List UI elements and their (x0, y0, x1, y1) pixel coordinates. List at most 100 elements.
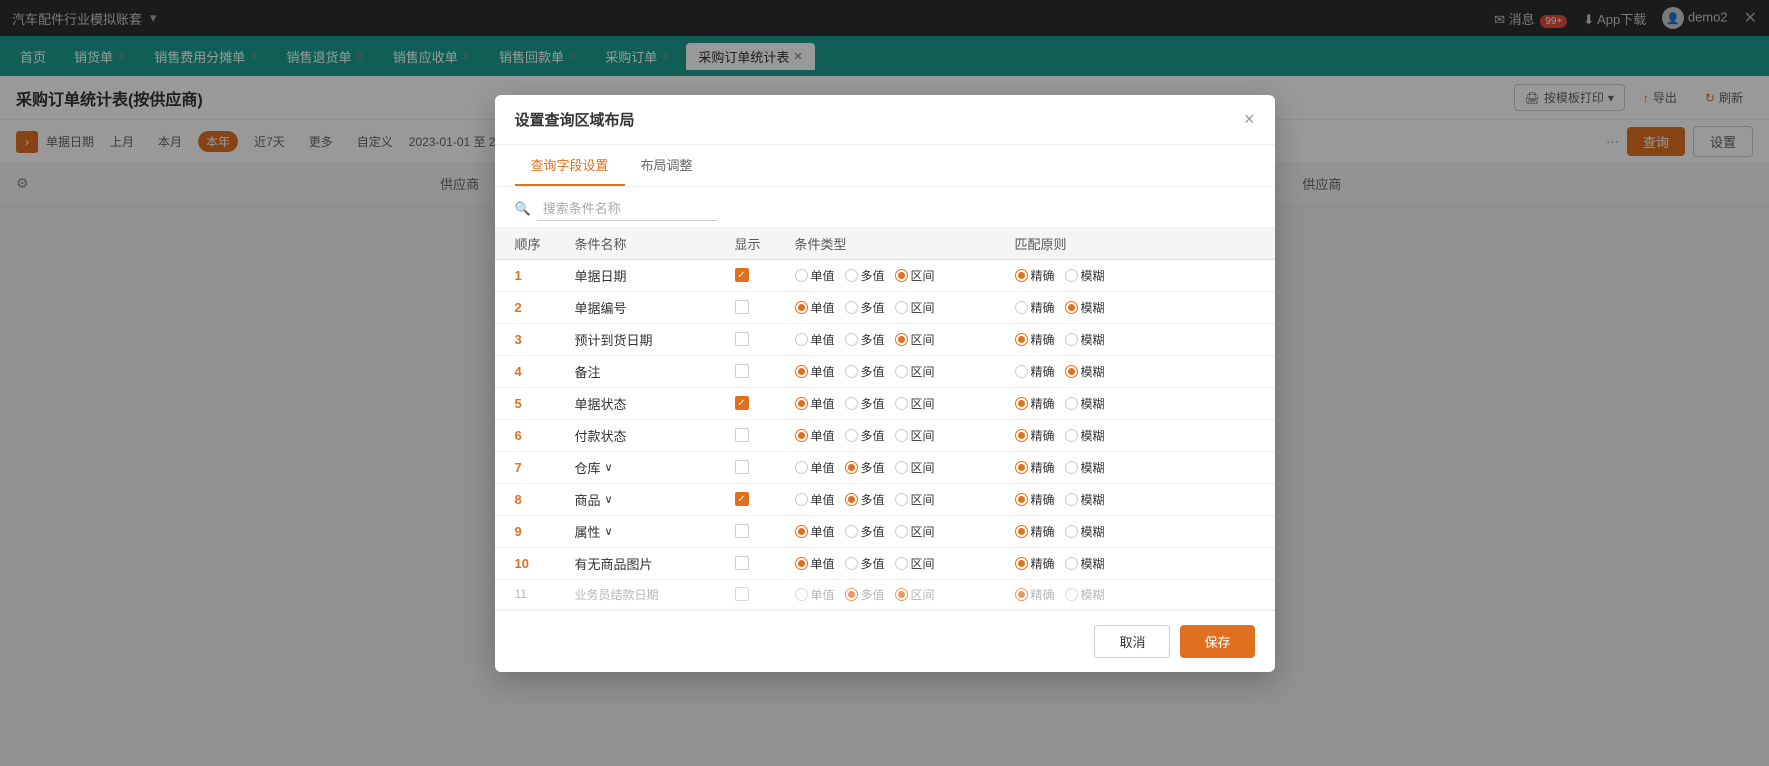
type-range-3[interactable]: 区间 (895, 331, 935, 348)
cell-order-4: 4 (515, 364, 575, 379)
type-single-10[interactable]: 单值 (795, 555, 835, 572)
cell-display-5[interactable]: ✓ (735, 396, 795, 410)
cell-display-8[interactable]: ✓ (735, 492, 795, 506)
radio-exact-3 (1015, 333, 1028, 346)
checkbox-9[interactable] (735, 524, 749, 538)
type-range-6[interactable]: 区间 (895, 427, 935, 444)
th-type: 条件类型 (795, 234, 1015, 253)
match-fuzzy-7[interactable]: 模糊 (1065, 459, 1105, 476)
cell-display-10[interactable] (735, 556, 795, 570)
type-single-6[interactable]: 单值 (795, 427, 835, 444)
match-exact-2[interactable]: 精确 (1015, 299, 1055, 316)
match-fuzzy-2[interactable]: 模糊 (1065, 299, 1105, 316)
type-multi-5[interactable]: 多值 (845, 395, 885, 412)
cell-display-2[interactable] (735, 300, 795, 314)
type-range-4[interactable]: 区间 (895, 363, 935, 380)
dialog-header: 设置查询区域布局 × (495, 95, 1275, 145)
type-multi-1[interactable]: 多值 (845, 267, 885, 284)
match-fuzzy-10[interactable]: 模糊 (1065, 555, 1105, 572)
modal-overlay: 设置查询区域布局 × 查询字段设置 布局调整 🔍 顺序 条件名称 显示 (0, 0, 1769, 766)
checkbox-2[interactable] (735, 300, 749, 314)
type-multi-7[interactable]: 多值 (845, 459, 885, 476)
match-fuzzy-4[interactable]: 模糊 (1065, 363, 1105, 380)
type-multi-10[interactable]: 多值 (845, 555, 885, 572)
match-fuzzy-5[interactable]: 模糊 (1065, 395, 1105, 412)
type-multi-2[interactable]: 多值 (845, 299, 885, 316)
checkbox-5[interactable]: ✓ (735, 396, 749, 410)
match-fuzzy-3[interactable]: 模糊 (1065, 331, 1105, 348)
type-single-1[interactable]: 单值 (795, 267, 835, 284)
type-multi-11[interactable]: 多值 (845, 586, 885, 603)
type-radio-group-4: 单值 多值 区间 (795, 363, 935, 380)
checkbox-6[interactable] (735, 428, 749, 442)
dialog-close-btn[interactable]: × (1244, 110, 1255, 128)
type-single-8[interactable]: 单值 (795, 491, 835, 508)
cancel-btn[interactable]: 取消 (1094, 625, 1170, 658)
type-single-11[interactable]: 单值 (795, 586, 835, 603)
radio-single-circle-10 (795, 557, 808, 570)
match-fuzzy-1[interactable]: 模糊 (1065, 267, 1105, 284)
checkbox-7[interactable] (735, 460, 749, 474)
cell-display-6[interactable] (735, 428, 795, 442)
type-range-7[interactable]: 区间 (895, 459, 935, 476)
type-single-4[interactable]: 单值 (795, 363, 835, 380)
tab-layout-adjust[interactable]: 布局调整 (625, 145, 709, 186)
search-input[interactable] (537, 197, 717, 221)
checkbox-4[interactable] (735, 364, 749, 378)
type-single-5[interactable]: 单值 (795, 395, 835, 412)
checkbox-8[interactable]: ✓ (735, 492, 749, 506)
match-group-2: 精确 模糊 (1015, 299, 1105, 316)
type-multi-9[interactable]: 多值 (845, 523, 885, 540)
checkbox-11[interactable] (735, 587, 749, 601)
tab-query-fields[interactable]: 查询字段设置 (515, 145, 625, 186)
cell-display-1[interactable]: ✓ (735, 268, 795, 282)
type-single-9[interactable]: 单值 (795, 523, 835, 540)
radio-range-circle-3 (895, 333, 908, 346)
th-match: 匹配原则 (1015, 234, 1215, 253)
radio-single-circle-4 (795, 365, 808, 378)
table-row: 9 属性 ∨ 单值 多值 (495, 516, 1275, 548)
checkbox-1[interactable]: ✓ (735, 268, 749, 282)
radio-range-circle-2 (895, 301, 908, 314)
match-exact-1[interactable]: 精确 (1015, 267, 1055, 284)
cell-match-8: 精确 模糊 (1015, 491, 1215, 508)
match-exact-6[interactable]: 精确 (1015, 427, 1055, 444)
type-range-5[interactable]: 区间 (895, 395, 935, 412)
type-radio-group-7: 单值 多值 区间 (795, 459, 935, 476)
type-range-2[interactable]: 区间 (895, 299, 935, 316)
match-fuzzy-11[interactable]: 模糊 (1065, 586, 1105, 603)
cell-display-9[interactable] (735, 524, 795, 538)
type-multi-6[interactable]: 多值 (845, 427, 885, 444)
save-btn[interactable]: 保存 (1180, 625, 1254, 658)
match-exact-7[interactable]: 精确 (1015, 459, 1055, 476)
match-exact-4[interactable]: 精确 (1015, 363, 1055, 380)
type-single-3[interactable]: 单值 (795, 331, 835, 348)
match-exact-10[interactable]: 精确 (1015, 555, 1055, 572)
type-range-1[interactable]: 区间 (895, 267, 935, 284)
type-multi-4[interactable]: 多值 (845, 363, 885, 380)
match-exact-5[interactable]: 精确 (1015, 395, 1055, 412)
cell-display-3[interactable] (735, 332, 795, 346)
match-fuzzy-9[interactable]: 模糊 (1065, 523, 1105, 540)
type-multi-8[interactable]: 多值 (845, 491, 885, 508)
type-single-7[interactable]: 单值 (795, 459, 835, 476)
table-row: 11 业务员结款日期 单值 多值 (495, 580, 1275, 610)
match-exact-3[interactable]: 精确 (1015, 331, 1055, 348)
settings-dialog: 设置查询区域布局 × 查询字段设置 布局调整 🔍 顺序 条件名称 显示 (495, 95, 1275, 672)
type-range-8[interactable]: 区间 (895, 491, 935, 508)
type-range-11[interactable]: 区间 (895, 586, 935, 603)
match-exact-8[interactable]: 精确 (1015, 491, 1055, 508)
cell-display-7[interactable] (735, 460, 795, 474)
type-single-2[interactable]: 单值 (795, 299, 835, 316)
type-range-9[interactable]: 区间 (895, 523, 935, 540)
type-multi-3[interactable]: 多值 (845, 331, 885, 348)
match-exact-11[interactable]: 精确 (1015, 586, 1055, 603)
checkbox-3[interactable] (735, 332, 749, 346)
match-fuzzy-6[interactable]: 模糊 (1065, 427, 1105, 444)
match-fuzzy-8[interactable]: 模糊 (1065, 491, 1105, 508)
match-exact-9[interactable]: 精确 (1015, 523, 1055, 540)
cell-display-11[interactable] (735, 587, 795, 601)
type-range-10[interactable]: 区间 (895, 555, 935, 572)
cell-display-4[interactable] (735, 364, 795, 378)
checkbox-10[interactable] (735, 556, 749, 570)
